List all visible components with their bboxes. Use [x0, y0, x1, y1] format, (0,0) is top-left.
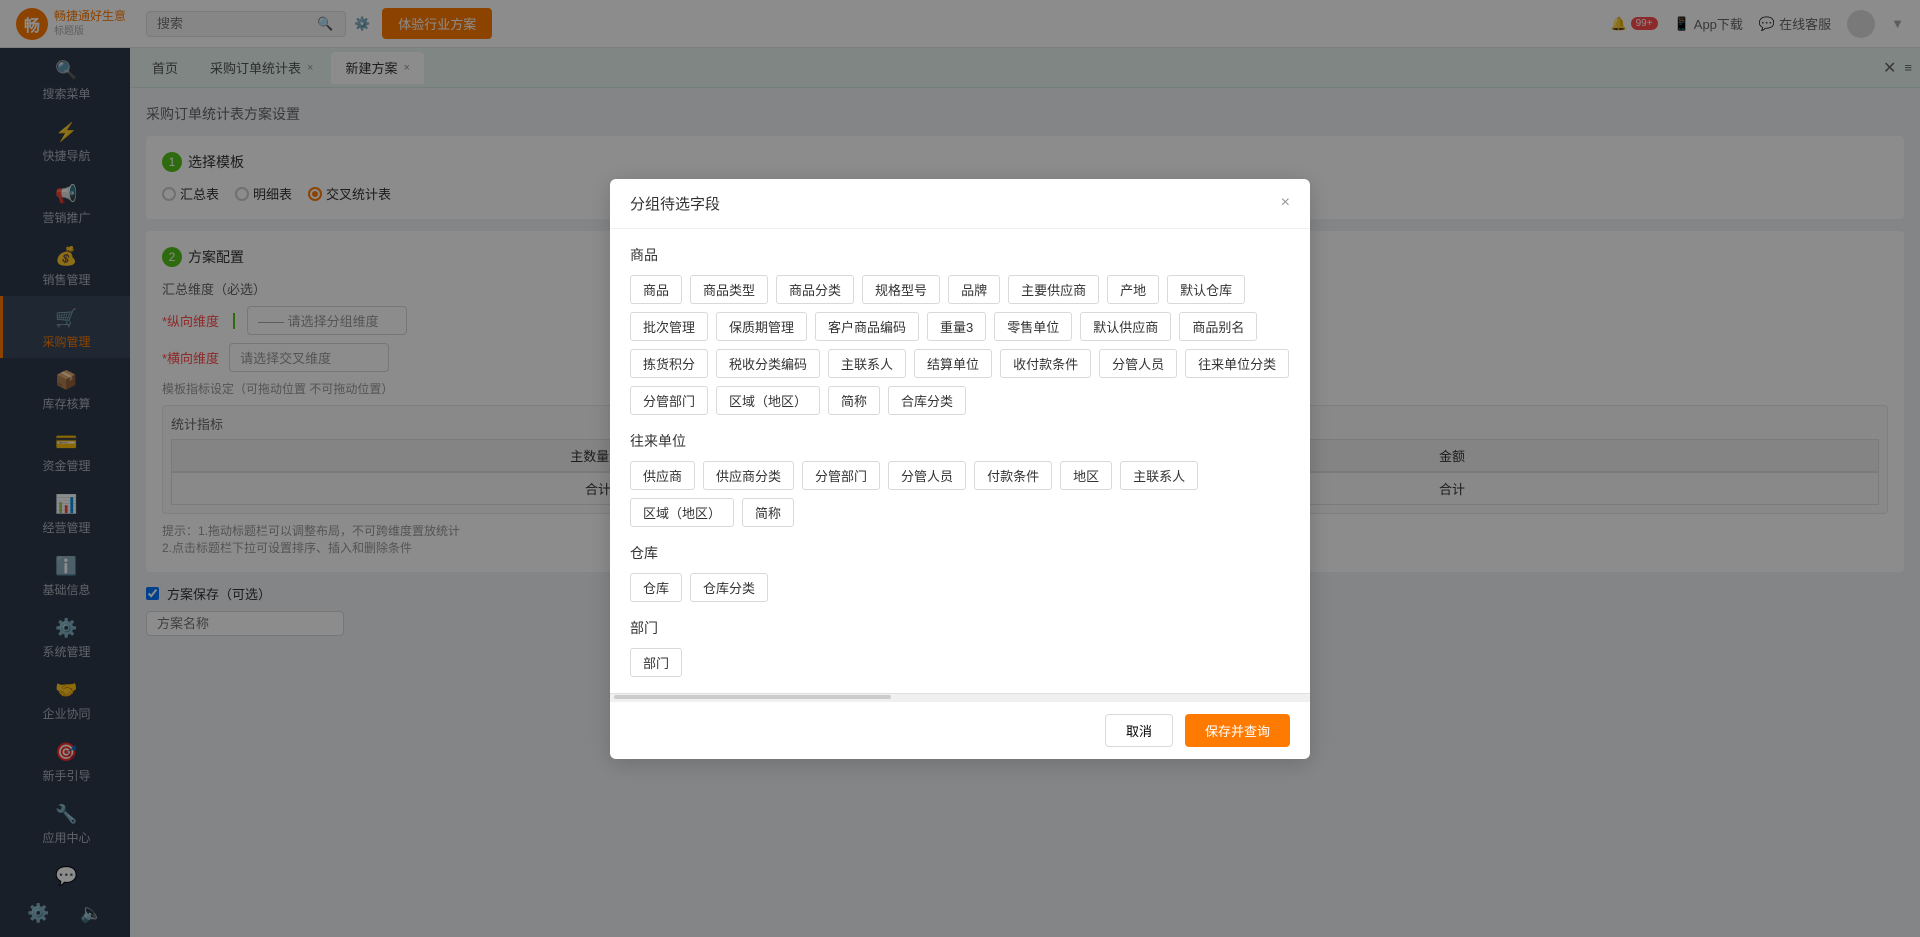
field-section-title-1: 往来单位 [630, 431, 1290, 451]
field-tag-0-19[interactable]: 收付款条件 [1000, 349, 1091, 378]
field-tag-0-24[interactable]: 简称 [828, 386, 880, 415]
scroll-thumb [614, 695, 891, 699]
field-tag-0-10[interactable]: 客户商品编码 [815, 312, 919, 341]
field-section-title-2: 仓库 [630, 543, 1290, 563]
modal-horizontal-scrollbar[interactable] [610, 693, 1310, 701]
field-tags-3: 部门 [630, 648, 1290, 677]
field-tag-2-1[interactable]: 仓库分类 [690, 573, 768, 602]
field-tag-0-6[interactable]: 产地 [1107, 275, 1159, 304]
field-section-2: 仓库仓库仓库分类 [630, 543, 1290, 602]
field-section-3: 部门部门 [630, 618, 1290, 677]
field-tag-0-13[interactable]: 默认供应商 [1080, 312, 1171, 341]
field-tag-0-1[interactable]: 商品类型 [690, 275, 768, 304]
field-tag-0-20[interactable]: 分管人员 [1099, 349, 1177, 378]
field-section-title-3: 部门 [630, 618, 1290, 638]
field-tag-0-11[interactable]: 重量3 [927, 312, 986, 341]
field-tag-0-4[interactable]: 品牌 [948, 275, 1000, 304]
field-tag-1-3[interactable]: 分管人员 [888, 461, 966, 490]
modal-header: 分组待选字段 × [610, 179, 1310, 229]
field-tag-0-8[interactable]: 批次管理 [630, 312, 708, 341]
field-tag-1-7[interactable]: 区域（地区） [630, 498, 734, 527]
modal-body: 商品商品商品类型商品分类规格型号品牌主要供应商产地默认仓库批次管理保质期管理客户… [610, 229, 1310, 693]
modal-save-button[interactable]: 保存并查询 [1185, 714, 1290, 747]
field-tag-0-15[interactable]: 拣货积分 [630, 349, 708, 378]
field-tag-0-22[interactable]: 分管部门 [630, 386, 708, 415]
field-tag-0-21[interactable]: 往来单位分类 [1185, 349, 1289, 378]
field-tag-1-8[interactable]: 简称 [742, 498, 794, 527]
field-tags-0: 商品商品类型商品分类规格型号品牌主要供应商产地默认仓库批次管理保质期管理客户商品… [630, 275, 1290, 415]
modal-overlay: 分组待选字段 × 商品商品商品类型商品分类规格型号品牌主要供应商产地默认仓库批次… [0, 0, 1920, 937]
field-tag-0-14[interactable]: 商品别名 [1179, 312, 1257, 341]
field-tag-0-18[interactable]: 结算单位 [914, 349, 992, 378]
field-tag-0-3[interactable]: 规格型号 [862, 275, 940, 304]
field-tag-0-16[interactable]: 税收分类编码 [716, 349, 820, 378]
field-tag-0-17[interactable]: 主联系人 [828, 349, 906, 378]
field-tag-0-23[interactable]: 区域（地区） [716, 386, 820, 415]
field-tag-1-2[interactable]: 分管部门 [802, 461, 880, 490]
modal-cancel-button[interactable]: 取消 [1105, 714, 1173, 747]
field-tag-2-0[interactable]: 仓库 [630, 573, 682, 602]
field-tag-3-0[interactable]: 部门 [630, 648, 682, 677]
field-tag-0-5[interactable]: 主要供应商 [1008, 275, 1099, 304]
field-tag-0-2[interactable]: 商品分类 [776, 275, 854, 304]
modal-close-button[interactable]: × [1281, 194, 1290, 212]
field-tag-1-5[interactable]: 地区 [1060, 461, 1112, 490]
field-tag-0-12[interactable]: 零售单位 [994, 312, 1072, 341]
field-tag-1-0[interactable]: 供应商 [630, 461, 695, 490]
field-tags-2: 仓库仓库分类 [630, 573, 1290, 602]
field-tag-0-0[interactable]: 商品 [630, 275, 682, 304]
field-section-0: 商品商品商品类型商品分类规格型号品牌主要供应商产地默认仓库批次管理保质期管理客户… [630, 245, 1290, 415]
field-tag-0-7[interactable]: 默认仓库 [1167, 275, 1245, 304]
field-tag-1-6[interactable]: 主联系人 [1120, 461, 1198, 490]
field-tag-0-25[interactable]: 合库分类 [888, 386, 966, 415]
field-section-title-0: 商品 [630, 245, 1290, 265]
field-tag-1-1[interactable]: 供应商分类 [703, 461, 794, 490]
field-tags-1: 供应商供应商分类分管部门分管人员付款条件地区主联系人区域（地区） 简称 [630, 461, 1290, 527]
modal-title: 分组待选字段 [630, 193, 720, 214]
field-select-modal: 分组待选字段 × 商品商品商品类型商品分类规格型号品牌主要供应商产地默认仓库批次… [610, 179, 1310, 759]
field-tag-0-9[interactable]: 保质期管理 [716, 312, 807, 341]
field-tag-1-4[interactable]: 付款条件 [974, 461, 1052, 490]
field-section-1: 往来单位供应商供应商分类分管部门分管人员付款条件地区主联系人区域（地区） 简称 [630, 431, 1290, 527]
modal-footer: 取消 保存并查询 [610, 701, 1310, 759]
